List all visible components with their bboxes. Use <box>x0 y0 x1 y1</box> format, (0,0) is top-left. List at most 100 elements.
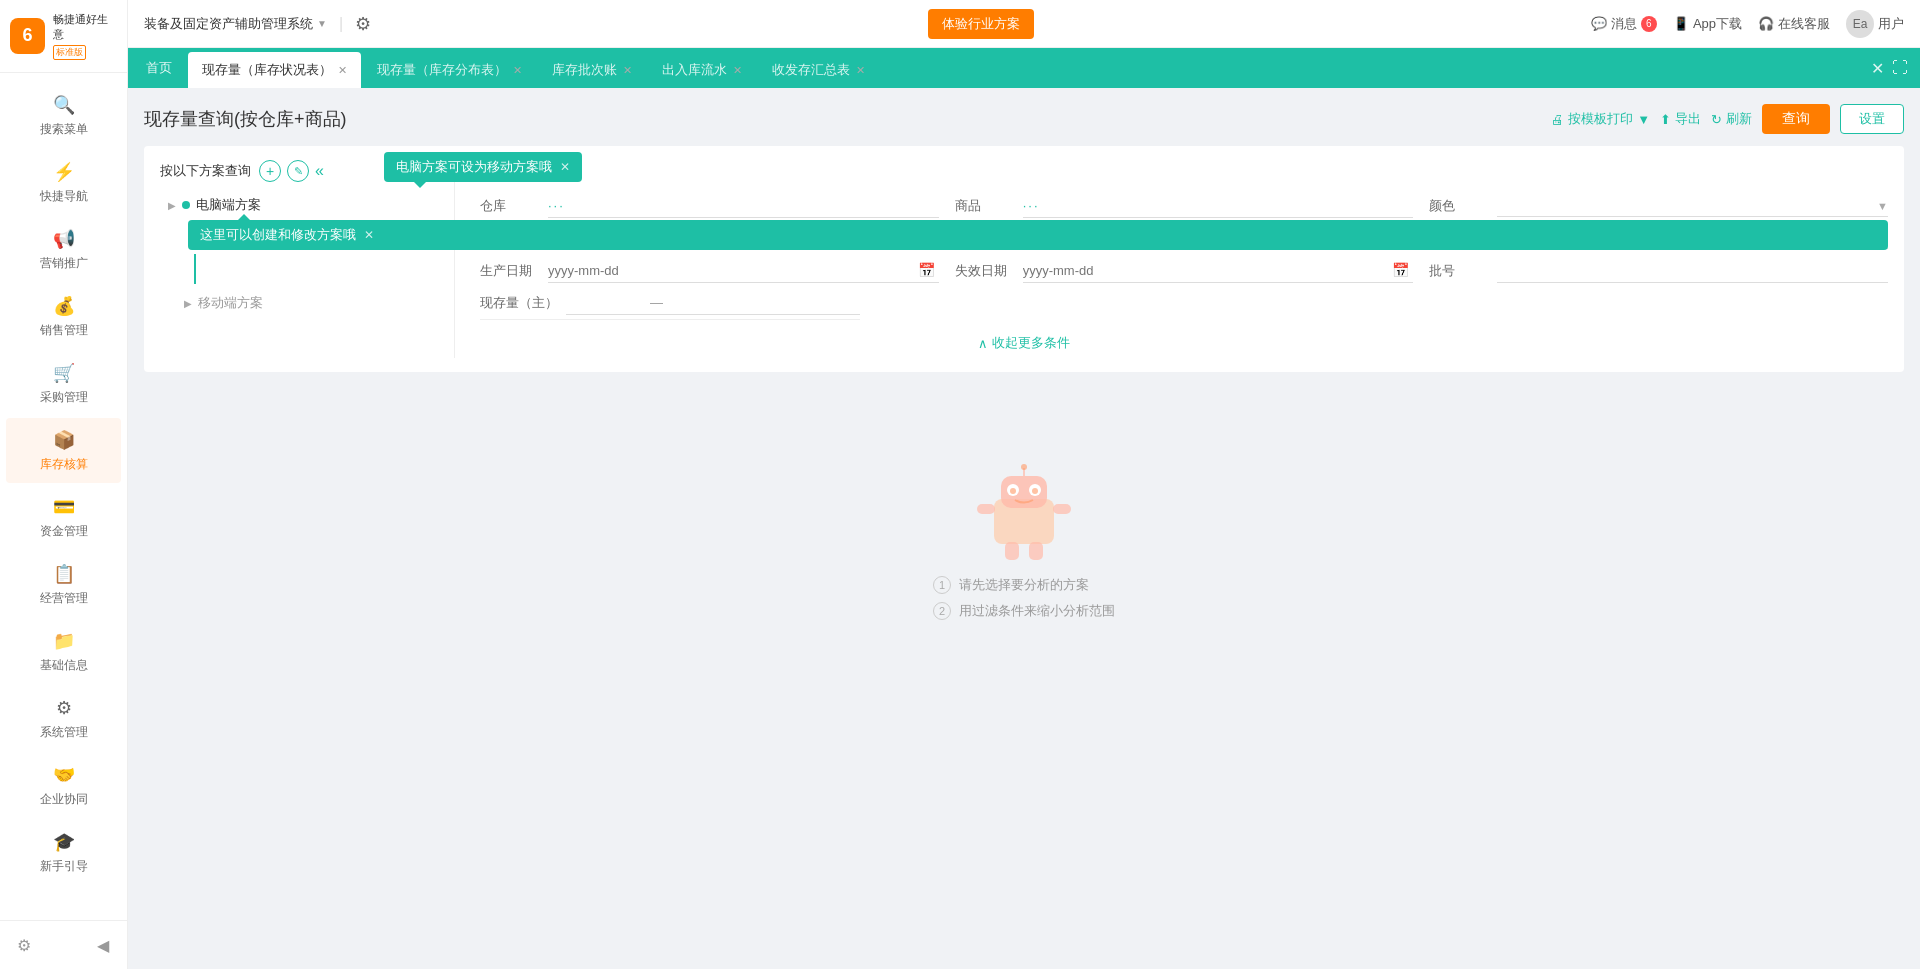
cangku-select[interactable]: ··· <box>548 194 939 218</box>
search-header-label: 按以下方案查询 <box>160 162 251 180</box>
sidebar-item-label: 资金管理 <box>40 523 88 540</box>
selector-arrow: ▼ <box>317 18 327 29</box>
online-support-btn[interactable]: 🎧 在线客服 <box>1758 15 1830 33</box>
filter-cangku: 仓库 ··· <box>480 194 939 218</box>
export-btn[interactable]: ⬆ 导出 <box>1660 110 1701 128</box>
filter-row-4: 现存量（主） — <box>480 291 860 320</box>
message-icon: 💬 <box>1591 16 1607 31</box>
sidebar-item-inventory[interactable]: 📦 库存核算 <box>6 418 121 483</box>
tab-home[interactable]: 首页 <box>132 48 186 88</box>
content-area: 现存量查询(按仓库+商品) 🖨 按模板打印 ▼ ⬆ 导出 ↻ 刷新 查询 设置 <box>128 88 1920 969</box>
sidebar-item-label: 系统管理 <box>40 724 88 741</box>
search-header-icons: + ✎ « <box>259 160 324 182</box>
tooltip-close-2[interactable]: ✕ <box>364 228 374 242</box>
connector-line <box>194 254 196 284</box>
svg-rect-7 <box>1053 504 1071 514</box>
step-num-1: 1 <box>933 576 951 594</box>
shangpin-label: 商品 <box>955 197 1015 215</box>
scheme-pc-label: 电脑端方案 <box>196 196 261 214</box>
collab-icon: 🤝 <box>52 763 76 787</box>
step-1-label: 请先选择要分析的方案 <box>959 576 1089 594</box>
svg-rect-6 <box>977 504 995 514</box>
refresh-btn[interactable]: ↻ 刷新 <box>1711 110 1752 128</box>
avatar: Ea <box>1846 10 1874 38</box>
topbar: 装备及固定资产辅助管理系统 ▼ | ⚙ 体验行业方案 💬 消息 6 📱 App下… <box>128 0 1920 48</box>
online-support-label: 在线客服 <box>1778 15 1830 33</box>
sidebar-item-purchase[interactable]: 🛒 采购管理 <box>6 351 121 416</box>
sidebar-item-search[interactable]: 🔍 搜索菜单 <box>6 83 121 148</box>
tab-inventory-dist-label: 现存量（库存分布表） <box>377 61 507 79</box>
sidebar-item-label: 库存核算 <box>40 456 88 473</box>
topbar-icons: 💬 消息 6 📱 App下载 🎧 在线客服 Ea 用户 <box>1591 10 1904 38</box>
step-num-2: 2 <box>933 602 951 620</box>
settings-gear-btn[interactable]: ⚙ <box>355 13 371 35</box>
topbar-divider: | <box>339 15 343 33</box>
collapse-bar[interactable]: ∧ 收起更多条件 <box>160 328 1888 358</box>
headset-icon: 🎧 <box>1758 16 1774 31</box>
sidebar-item-system[interactable]: ⚙ 系统管理 <box>6 686 121 751</box>
scheme-mobile-label: 移动端方案 <box>198 294 263 312</box>
edit-scheme-btn[interactable]: ✎ <box>287 160 309 182</box>
connector <box>190 254 1888 284</box>
settings-bottom-btn[interactable]: ⚙ <box>10 931 38 959</box>
back-arrow-btn[interactable]: « <box>315 162 324 180</box>
sidebar-item-guide[interactable]: 🎓 新手引导 <box>6 820 121 885</box>
xiancun-min-input[interactable] <box>566 295 646 310</box>
sidebar-item-marketing[interactable]: 📢 营销推广 <box>6 217 121 282</box>
main-area: 装备及固定资产辅助管理系统 ▼ | ⚙ 体验行业方案 💬 消息 6 📱 App下… <box>128 0 1920 969</box>
user-menu[interactable]: Ea 用户 <box>1846 10 1904 38</box>
sidebar-item-finance[interactable]: 💳 资金管理 <box>6 485 121 550</box>
xiancun-label: 现存量（主） <box>480 294 558 312</box>
close-all-tabs-btn[interactable]: ✕ <box>1871 59 1884 78</box>
yanse-select[interactable]: ▼ <box>1497 196 1888 217</box>
tab-close-2[interactable]: ✕ <box>513 64 522 77</box>
sidebar-item-label: 新手引导 <box>40 858 88 875</box>
shangpin-dots: ··· <box>1023 198 1040 213</box>
export-icon: ⬆ <box>1660 112 1671 127</box>
setup-btn[interactable]: 设置 <box>1840 104 1904 134</box>
sidebar-item-label: 经营管理 <box>40 590 88 607</box>
sidebar-item-label: 企业协同 <box>40 791 88 808</box>
page-title: 现存量查询(按仓库+商品) <box>144 107 347 131</box>
tab-close-5[interactable]: ✕ <box>856 64 865 77</box>
message-label: 消息 <box>1611 15 1637 33</box>
shangpin-select[interactable]: ··· <box>1023 194 1414 218</box>
tab-close-4[interactable]: ✕ <box>733 64 742 77</box>
print-icon: 🖨 <box>1551 112 1564 127</box>
tab-close-1[interactable]: ✕ <box>338 64 347 77</box>
app-download-btn[interactable]: 📱 App下载 <box>1673 15 1742 33</box>
flash-icon: ⚡ <box>52 160 76 184</box>
print-arrow: ▼ <box>1637 112 1650 127</box>
system-selector[interactable]: 装备及固定资产辅助管理系统 ▼ <box>144 15 327 33</box>
svg-rect-8 <box>1005 542 1019 560</box>
query-btn[interactable]: 查询 <box>1762 104 1830 134</box>
add-scheme-btn[interactable]: + <box>259 160 281 182</box>
filter-shangpin: 商品 ··· <box>955 194 1414 218</box>
tooltip-scheme-edit: 这里可以创建和修改方案哦 ✕ <box>188 220 1888 250</box>
tab-batch-account[interactable]: 库存批次账 ✕ <box>538 52 646 88</box>
industry-plan-btn[interactable]: 体验行业方案 <box>928 9 1034 39</box>
tab-summary[interactable]: 收发存汇总表 ✕ <box>758 52 879 88</box>
sidebar-item-quicknav[interactable]: ⚡ 快捷导航 <box>6 150 121 215</box>
print-template-btn[interactable]: 🖨 按模板打印 ▼ <box>1551 110 1650 128</box>
cangku-dots: ··· <box>548 198 565 213</box>
management-icon: 📋 <box>52 562 76 586</box>
sidebar-item-basic[interactable]: 📁 基础信息 <box>6 619 121 684</box>
collapse-sidebar-btn[interactable]: ◀ <box>89 931 117 959</box>
sidebar-item-management[interactable]: 📋 经营管理 <box>6 552 121 617</box>
app-download-label: App下载 <box>1693 15 1742 33</box>
maximize-btn[interactable]: ⛶ <box>1892 59 1908 77</box>
tab-inventory-distribution[interactable]: 现存量（库存分布表） ✕ <box>363 52 536 88</box>
basic-icon: 📁 <box>52 629 76 653</box>
tab-close-3[interactable]: ✕ <box>623 64 632 77</box>
page-header: 现存量查询(按仓库+商品) 🖨 按模板打印 ▼ ⬆ 导出 ↻ 刷新 查询 设置 <box>144 104 1904 134</box>
empty-steps: 1 请先选择要分析的方案 2 用过滤条件来缩小分析范围 <box>933 576 1115 620</box>
message-btn[interactable]: 💬 消息 6 <box>1591 15 1657 33</box>
tab-in-out-flow[interactable]: 出入库流水 ✕ <box>648 52 756 88</box>
purchase-icon: 🛒 <box>52 361 76 385</box>
sidebar-item-collab[interactable]: 🤝 企业协同 <box>6 753 121 818</box>
tooltip-close-1[interactable]: ✕ <box>560 160 570 174</box>
sidebar: 6 畅捷通好生意 标准版 🔍 搜索菜单 ⚡ 快捷导航 📢 营销推广 💰 销售管理… <box>0 0 128 969</box>
tab-inventory-status[interactable]: 现存量（库存状况表） ✕ <box>188 52 361 88</box>
sidebar-item-sales[interactable]: 💰 销售管理 <box>6 284 121 349</box>
